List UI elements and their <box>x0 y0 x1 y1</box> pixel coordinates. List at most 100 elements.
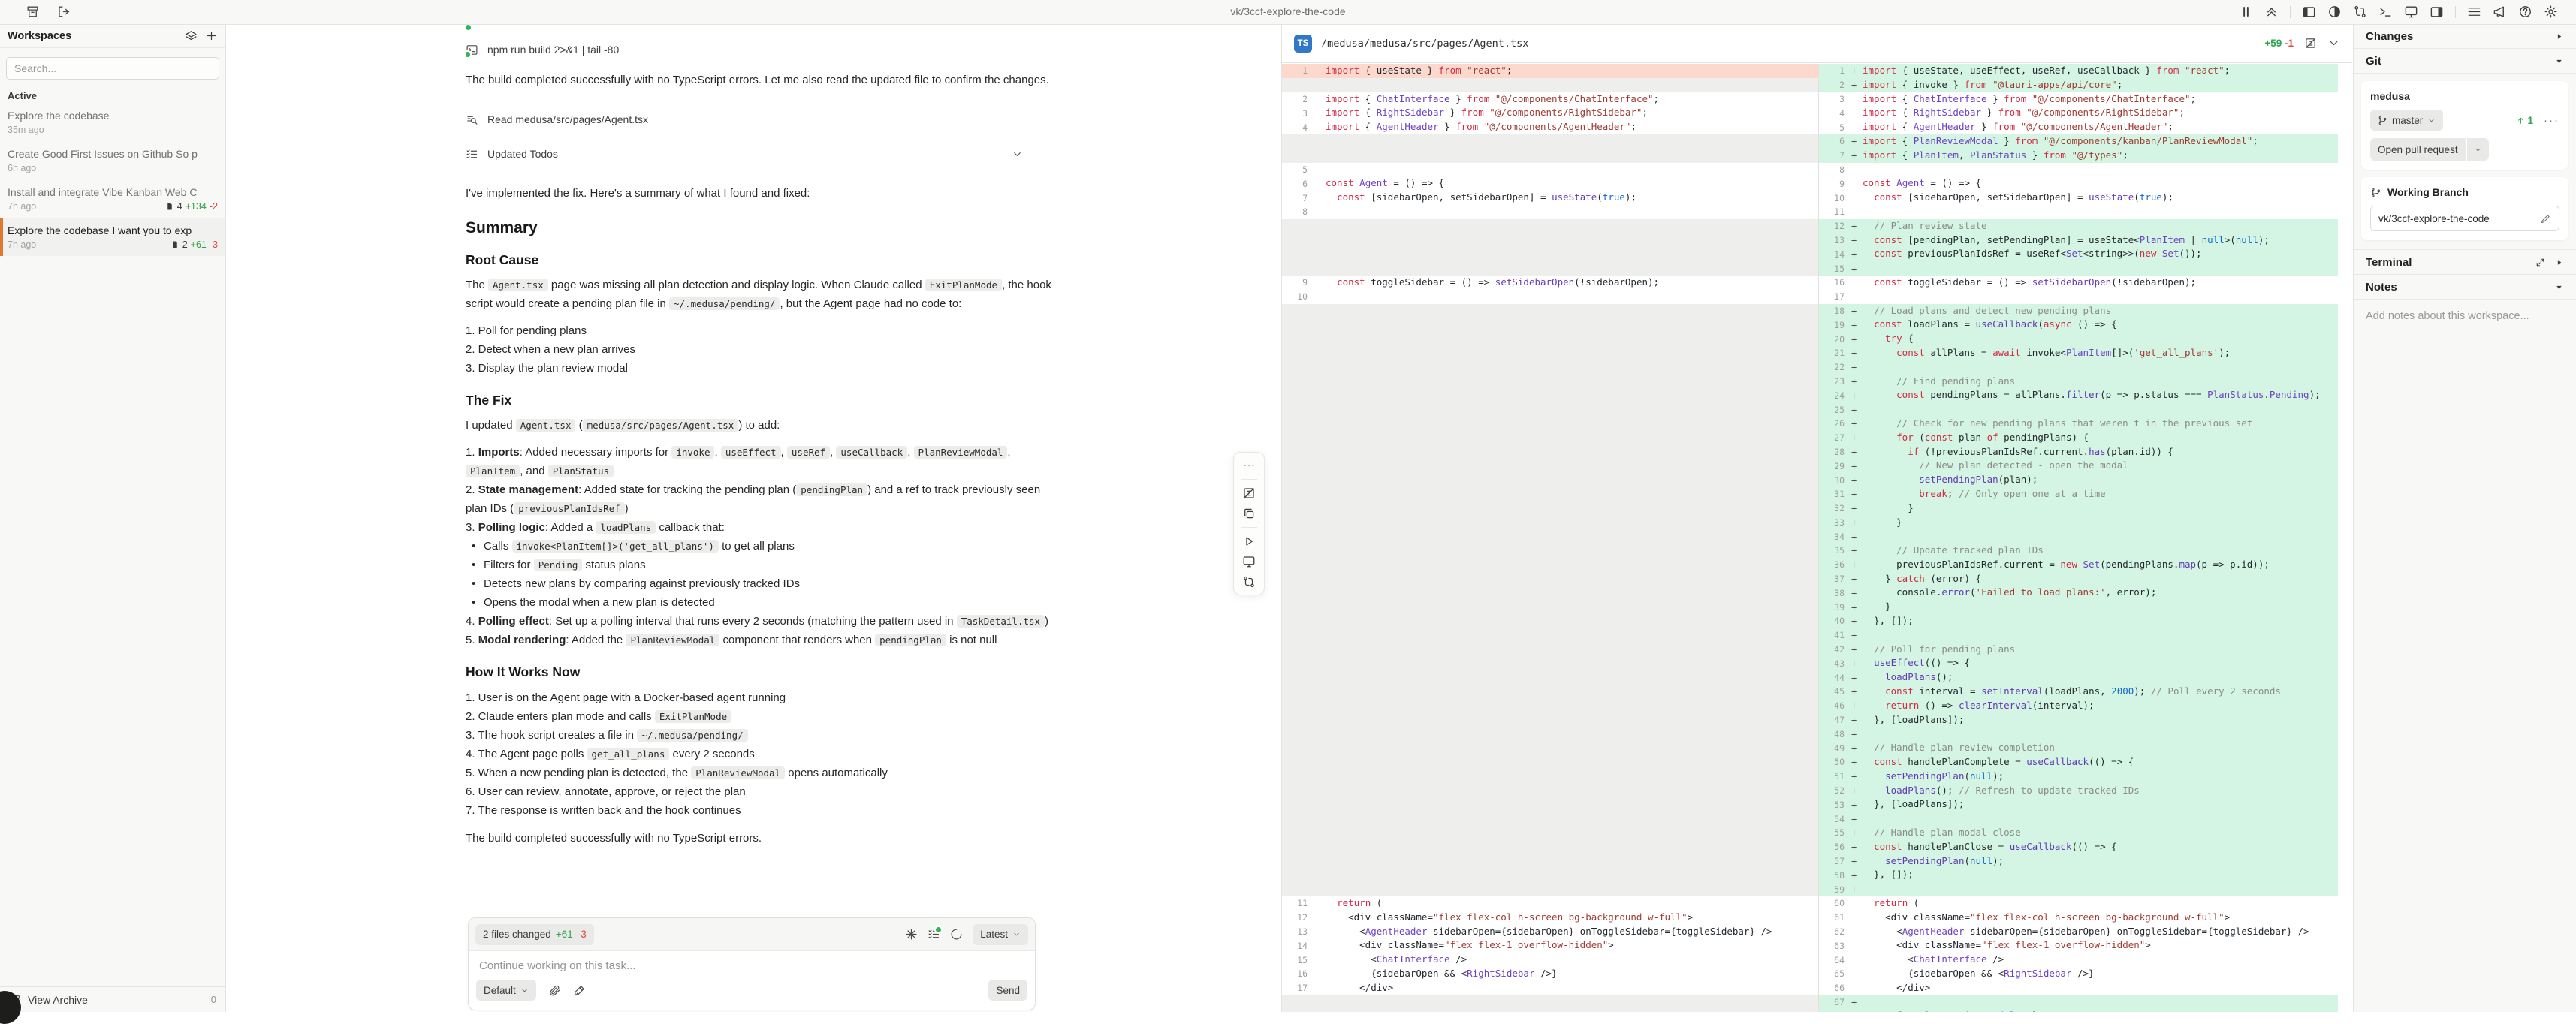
sparkle-icon[interactable] <box>905 928 918 941</box>
diff-row: 44+ loadPlans(); <box>1282 670 2338 685</box>
tool-call-todos[interactable]: Updated Todos <box>466 145 1053 163</box>
terminal-prompt-icon[interactable] <box>2378 5 2393 19</box>
help-icon[interactable] <box>2518 5 2532 19</box>
search-input[interactable] <box>6 57 219 80</box>
diff-row: 49+ // Handle plan review completion <box>1282 741 2338 755</box>
branch-dropdown[interactable]: master <box>2370 110 2443 131</box>
chat-scroll-area[interactable]: npm run build 2>&1 | tail -80 The build … <box>466 24 1053 913</box>
panel-left-icon[interactable] <box>2302 5 2316 19</box>
view-archive-row[interactable]: View Archive 0 <box>0 986 225 1012</box>
working-branch-input[interactable]: vk/3ccf-explore-the-code <box>2370 206 2559 231</box>
section-terminal[interactable]: Terminal <box>2354 250 2576 275</box>
section-git[interactable]: Git <box>2354 49 2576 74</box>
collapse-sidebar-icon[interactable] <box>56 5 71 19</box>
chevron-down-icon[interactable] <box>1012 149 1023 160</box>
diff-row: 41+ <box>1282 628 2338 643</box>
workspace-item[interactable]: Create Good First Issues on Github So p … <box>0 141 225 179</box>
composer: 2 files changed +61 -3 Latest Default <box>468 917 1036 1010</box>
more-options-button[interactable]: ··· <box>2544 114 2559 127</box>
add-workspace-button[interactable] <box>205 29 218 42</box>
pen-icon[interactable] <box>573 984 586 997</box>
diff-row: 35+ // Update tracked plan IDs <box>1282 544 2338 558</box>
diff-row: 19+ const loadPlans = useCallback(async … <box>1282 318 2338 332</box>
file-icon <box>170 240 179 249</box>
sidebar-title: Workspaces <box>8 30 71 42</box>
pause-icon[interactable] <box>2239 5 2253 19</box>
chevrons-up-icon[interactable] <box>2264 5 2279 19</box>
message-input[interactable] <box>478 959 1014 973</box>
tool-call-read[interactable]: Read medusa/src/pages/Agent.tsx <box>466 110 1053 128</box>
collapse-diff-icon[interactable] <box>2327 37 2340 50</box>
files-changed-chip[interactable]: 2 files changed +61 -3 <box>475 924 594 945</box>
expand-icon[interactable] <box>2535 258 2545 267</box>
copy-icon[interactable] <box>1242 507 1256 520</box>
assistant-paragraph: I've implemented the fix. Here's a summa… <box>466 184 1053 203</box>
heading-how-it-works: How It Works Now <box>466 664 1053 680</box>
heading-root-cause: Root Cause <box>466 252 1053 268</box>
diff-row: 16 {sidebarOpen && <RightSidebar />}65 {… <box>1282 967 2338 981</box>
inline-code: TaskDetail.tsx <box>957 615 1045 628</box>
list-item: 3. The hook script creates a file in ~/.… <box>466 726 1053 745</box>
section-notes[interactable]: Notes <box>2354 275 2576 300</box>
menu-icon[interactable] <box>2467 5 2481 19</box>
inline-code: Agent.tsx <box>488 279 548 291</box>
diff-row: 58 <box>1282 163 2338 177</box>
open-pr-button[interactable]: Open pull request <box>2370 138 2466 161</box>
git-compare-icon[interactable] <box>1242 575 1256 589</box>
heading-the-fix: The Fix <box>466 393 1053 408</box>
fix-list: 1. Imports: Added necessary imports for … <box>466 443 1053 649</box>
diff-row: 50+ const handlePlanComplete = useCallba… <box>1282 755 2338 770</box>
notes-placeholder[interactable]: Add notes about this workspace... <box>2354 300 2576 333</box>
inline-code: Agent.tsx <box>516 419 576 432</box>
workspace-item[interactable]: Install and integrate Vibe Kanban Web C … <box>0 179 225 218</box>
archive-tray-icon[interactable] <box>26 5 40 19</box>
git-compare-icon[interactable] <box>2353 5 2367 19</box>
diff-rows[interactable]: 1-import { useState } from "react";1+imp… <box>1282 64 2338 1012</box>
run-icon[interactable] <box>1242 535 1256 548</box>
gear-icon[interactable] <box>2544 5 2558 19</box>
section-changes[interactable]: Changes <box>2354 24 2576 49</box>
diff-row: 12+ // Plan review state <box>1282 219 2338 233</box>
latest-dropdown[interactable]: Latest <box>973 924 1028 945</box>
diff-mode-icon[interactable] <box>2304 37 2317 50</box>
diff-view-icon[interactable] <box>1242 486 1256 500</box>
workspace-item-selected[interactable]: Explore the codebase I want you to exp 7… <box>0 218 225 256</box>
diff-row: 27+ for (const plan of pendingPlans) { <box>1282 431 2338 445</box>
terminal-icon <box>466 44 478 56</box>
list-item: 1. Poll for pending plans <box>466 321 1053 340</box>
title-bar: vk/3ccf-explore-the-code <box>0 0 2576 25</box>
tool-call-bash[interactable]: npm run build 2>&1 | tail -80 <box>466 41 1053 59</box>
assistant-paragraph: The build completed successfully with no… <box>466 829 1053 848</box>
panel-right-icon[interactable] <box>2430 5 2444 19</box>
diff-row: 12 <div className="flex flex-col h-scree… <box>1282 911 2338 925</box>
diff-row: 55+ // Handle plan modal close <box>1282 826 2338 840</box>
todos-status-icon[interactable] <box>928 928 940 941</box>
triangle-down-icon <box>2554 282 2564 292</box>
section-label-active: Active <box>8 90 218 101</box>
model-dropdown[interactable]: Default <box>476 980 536 1001</box>
preview-icon[interactable] <box>1242 555 1256 568</box>
diff-row: 15+ <box>1282 261 2338 276</box>
workspace-diff-stats: 2 +61 -3 <box>170 239 218 250</box>
drag-handle-icon[interactable] <box>1242 459 1256 472</box>
monitor-icon[interactable] <box>2404 5 2418 19</box>
diff-row: 37+ } catch (error) { <box>1282 572 2338 586</box>
assistant-paragraph: The build completed successfully with no… <box>466 71 1053 89</box>
green-dot <box>934 926 943 934</box>
divider <box>2290 6 2291 18</box>
workspace-time: 7h ago <box>8 239 36 250</box>
workspace-time: 35m ago <box>8 125 44 135</box>
attach-icon[interactable] <box>548 984 561 997</box>
layers-icon[interactable] <box>185 29 198 42</box>
commits-ahead-badge: 1 <box>2516 115 2533 126</box>
workspace-item[interactable]: Explore the codebase 35m ago <box>0 103 225 141</box>
send-button[interactable]: Send <box>988 980 1027 1001</box>
triangle-down-icon <box>2554 56 2564 66</box>
diff-row: 68+ {/* Plan Review Modal */} <box>1282 1009 2338 1012</box>
diff-row: 42+ // Poll for pending plans <box>1282 643 2338 657</box>
theme-contrast-icon[interactable] <box>2327 5 2342 19</box>
announcements-icon[interactable] <box>2493 5 2507 19</box>
pr-options-button[interactable] <box>2467 138 2489 161</box>
edit-branch-icon[interactable] <box>2540 213 2551 224</box>
window-title: vk/3ccf-explore-the-code <box>1230 5 1345 17</box>
